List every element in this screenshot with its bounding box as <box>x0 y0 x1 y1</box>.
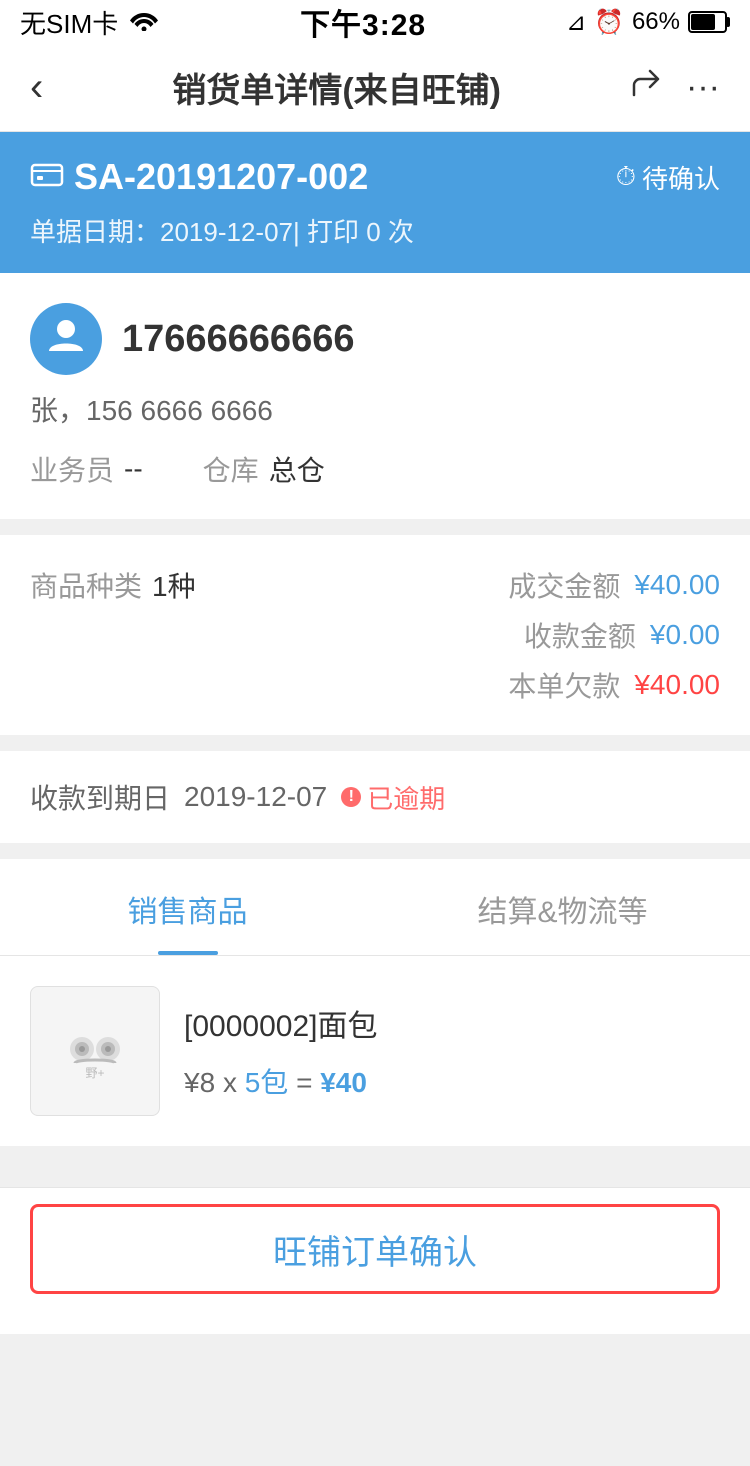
warehouse-item: 仓库 总仓 <box>203 449 325 489</box>
equals-sign: = <box>296 1067 320 1098</box>
salesman-label: 业务员 <box>30 449 114 489</box>
owed-amount-label: 本单欠款 <box>508 665 620 705</box>
more-button[interactable]: ··· <box>686 68 720 107</box>
received-amount-label: 收款金额 <box>524 615 636 655</box>
product-info: [0000002]面包 ¥8 x 5包 = ¥40 <box>184 1001 720 1101</box>
customer-meta: 业务员 -- 仓库 总仓 <box>30 449 720 489</box>
tabs-row: 销售商品 结算&物流等 <box>0 859 750 956</box>
deal-amount-label: 成交金额 <box>508 565 620 605</box>
status-clock-icon: ⏱ <box>616 161 636 193</box>
customer-phone: 17666666666 <box>122 318 354 361</box>
carrier-text: 无SIM卡 <box>20 4 118 41</box>
print-info: | 打印 0 次 <box>293 217 414 247</box>
tab-sales-products[interactable]: 销售商品 <box>0 859 375 955</box>
customer-name: 张，156 6666 6666 <box>30 389 720 429</box>
warehouse-value: 总仓 <box>269 449 325 489</box>
confirm-order-button[interactable]: 旺铺订单确认 <box>30 1204 720 1294</box>
battery-icon <box>688 11 730 33</box>
summary-section: 商品种类 1种 成交金额 ¥40.00 收款金额 ¥0.00 本单欠款 ¥40.… <box>0 535 750 735</box>
tab-settlement[interactable]: 结算&物流等 <box>375 859 750 955</box>
total-price: ¥40 <box>320 1067 367 1098</box>
bottom-bar: 旺铺订单确认 <box>0 1187 750 1334</box>
order-number: SA-20191207-002 <box>30 156 368 198</box>
status-time: 下午3:28 <box>300 0 426 44</box>
product-price: ¥8 x 5包 = ¥40 <box>184 1061 720 1101</box>
product-type-value: 1种 <box>152 565 196 605</box>
tab-settlement-label: 结算&物流等 <box>477 896 647 929</box>
owed-amount-value: ¥40.00 <box>634 669 720 701</box>
order-date-line: 单据日期：2019-12-07| 打印 0 次 <box>30 212 720 249</box>
tab-sales-label: 销售商品 <box>128 896 248 929</box>
quantity: 5包 <box>245 1067 289 1098</box>
multiply-sign: x <box>223 1067 245 1098</box>
deal-amount-value: ¥40.00 <box>634 569 720 601</box>
share-button[interactable] <box>630 67 662 108</box>
due-date-label: 收款到期日 <box>30 777 170 817</box>
deal-amount-item: 成交金额 ¥40.00 <box>508 565 720 605</box>
status-right: ⊿ ⏰ 66% <box>566 8 730 37</box>
overdue-icon: ! <box>341 787 361 807</box>
summary-left: 商品种类 1种 <box>30 565 196 605</box>
salesman-item: 业务员 -- <box>30 449 143 489</box>
status-left: 无SIM卡 <box>20 4 160 41</box>
received-amount-item: 收款金额 ¥0.00 <box>524 615 720 655</box>
customer-top: 17666666666 <box>30 303 720 375</box>
warehouse-label: 仓库 <box>203 449 259 489</box>
status-text: 待确认 <box>642 159 720 196</box>
back-button[interactable]: ‹ <box>30 65 43 110</box>
order-number-icon <box>30 156 64 198</box>
product-type-label: 商品种类 <box>30 565 142 605</box>
summary-right: 成交金额 ¥40.00 收款金额 ¥0.00 本单欠款 ¥40.00 <box>508 565 720 705</box>
alarm-icon: ⏰ <box>594 8 624 37</box>
due-date-value: 2019-12-07 <box>184 781 327 813</box>
page-title: 销货单详情(来自旺铺) <box>172 63 501 112</box>
product-type-item: 商品种类 1种 <box>30 565 196 605</box>
wifi-icon <box>128 7 160 38</box>
svg-text:野+: 野+ <box>85 1066 104 1080</box>
order-status: ⏱ 待确认 <box>616 159 720 196</box>
salesman-value: -- <box>124 453 143 485</box>
order-date: 2019-12-07 <box>160 217 293 247</box>
tabs-section: 销售商品 结算&物流等 <box>0 859 750 956</box>
avatar <box>30 303 102 375</box>
product-section: 野+ [0000002]面包 ¥8 x 5包 = ¥40 <box>0 956 750 1146</box>
product-item: 野+ [0000002]面包 ¥8 x 5包 = ¥40 <box>30 986 720 1116</box>
order-header: SA-20191207-002 ⏱ 待确认 单据日期：2019-12-07| 打… <box>0 132 750 273</box>
due-section: 收款到期日 2019-12-07 ! 已逾期 <box>0 751 750 843</box>
confirm-button-label: 旺铺订单确认 <box>273 1225 477 1274</box>
date-label: 单据日期： <box>30 217 160 247</box>
customer-section: 17666666666 张，156 6666 6666 业务员 -- 仓库 总仓 <box>0 273 750 519</box>
status-bar: 无SIM卡 下午3:28 ⊿ ⏰ 66% <box>0 0 750 44</box>
avatar-icon <box>45 313 87 365</box>
order-header-top: SA-20191207-002 ⏱ 待确认 <box>30 156 720 198</box>
nav-bar: ‹ 销货单详情(来自旺铺) ··· <box>0 44 750 132</box>
product-name: [0000002]面包 <box>184 1001 720 1045</box>
unit-price: ¥8 <box>184 1067 215 1098</box>
overdue-badge: ! 已逾期 <box>341 779 445 816</box>
nav-actions: ··· <box>630 67 720 108</box>
owed-amount-item: 本单欠款 ¥40.00 <box>508 665 720 705</box>
received-amount-value: ¥0.00 <box>650 619 720 651</box>
location-icon: ⊿ <box>566 8 586 37</box>
product-thumbnail: 野+ <box>30 986 160 1116</box>
order-id: SA-20191207-002 <box>74 156 368 198</box>
overdue-text: 已逾期 <box>367 779 445 816</box>
battery-text: 66% <box>632 8 680 36</box>
